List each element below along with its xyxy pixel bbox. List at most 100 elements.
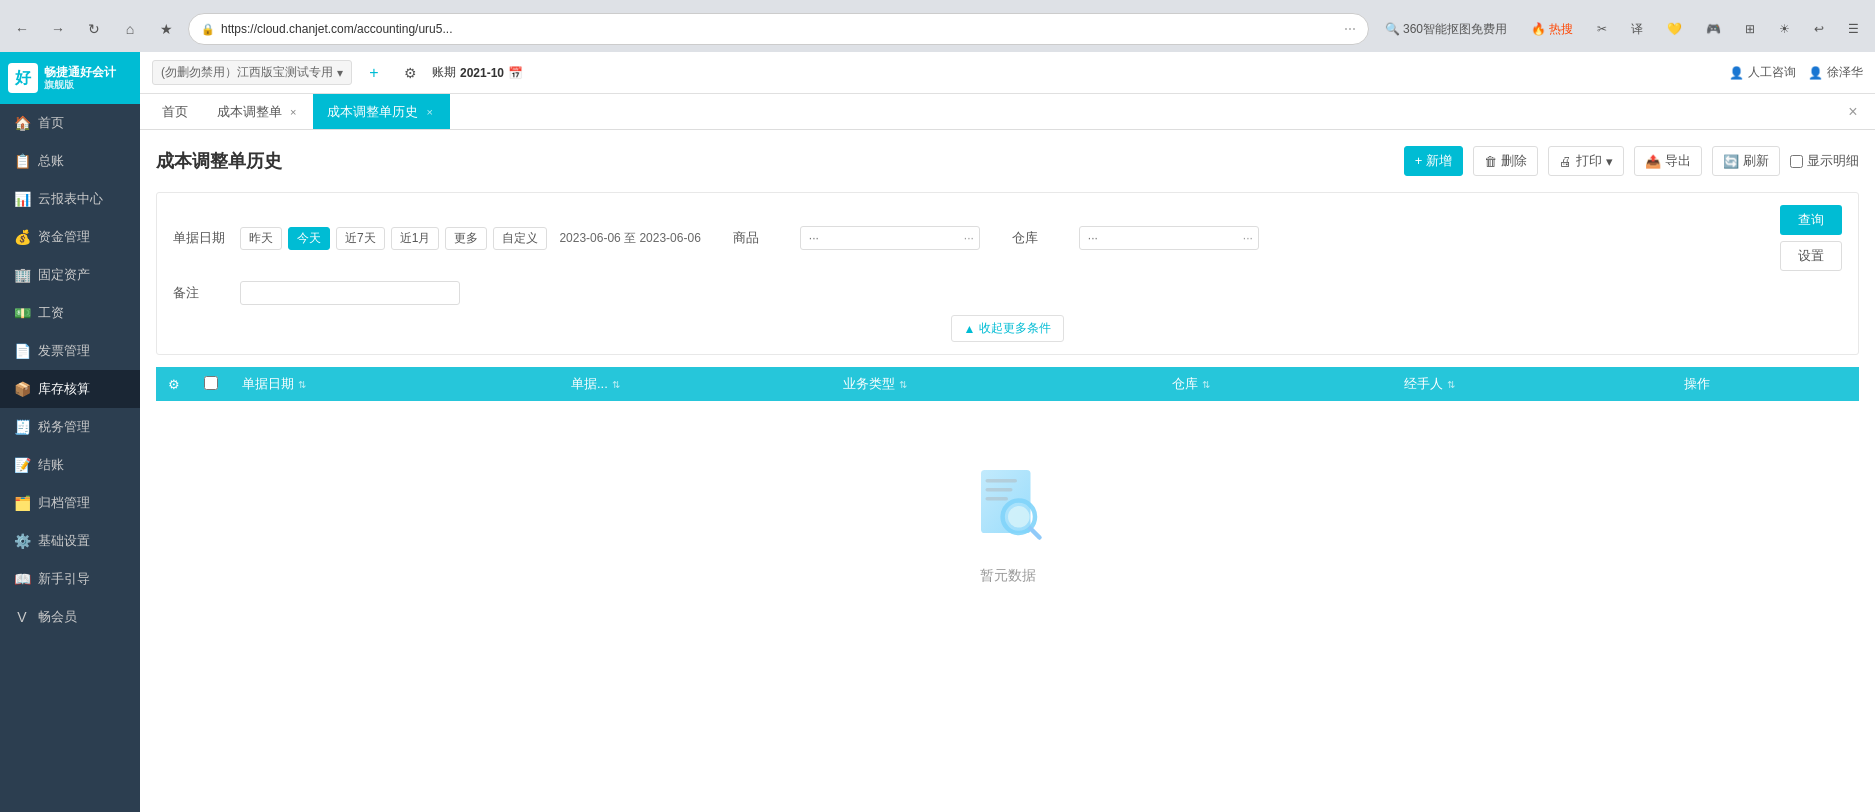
tax-icon: 🧾 bbox=[14, 419, 30, 435]
wallet-tool[interactable]: 💛 bbox=[1659, 19, 1690, 39]
sidebar-item-home[interactable]: 🏠 首页 bbox=[0, 104, 140, 142]
date-1month[interactable]: 近1月 bbox=[391, 227, 440, 250]
ssl-lock-icon: 🔒 bbox=[201, 23, 215, 36]
sidebar-item-settings[interactable]: ⚙️ 基础设置 bbox=[0, 522, 140, 560]
table-header-row: ⚙ 单据日期 ⇅ 单据... bbox=[156, 367, 1859, 401]
scissors-tool[interactable]: ✂ bbox=[1589, 19, 1615, 39]
th-gear[interactable]: ⚙ bbox=[156, 367, 192, 401]
th-date[interactable]: 单据日期 ⇅ bbox=[230, 367, 559, 401]
th-biz-type[interactable]: 业务类型 ⇅ bbox=[831, 367, 1160, 401]
brightness-tool[interactable]: ☀ bbox=[1771, 19, 1798, 39]
add-company-button[interactable]: + bbox=[360, 59, 388, 87]
sort-biztype-icon: ⇅ bbox=[899, 379, 907, 390]
vip-icon: V bbox=[14, 609, 30, 625]
show-cols-checkbox[interactable] bbox=[1790, 155, 1803, 168]
th-checkbox[interactable] bbox=[192, 367, 230, 401]
page-title: 成本调整单历史 bbox=[156, 149, 282, 173]
sidebar-item-reports[interactable]: 📊 云报表中心 bbox=[0, 180, 140, 218]
avatar-icon: 👤 bbox=[1808, 66, 1823, 80]
th-doc-num[interactable]: 单据... ⇅ bbox=[559, 367, 831, 401]
date-7days[interactable]: 近7天 bbox=[336, 227, 385, 250]
close-all-tabs-btn[interactable]: × bbox=[1839, 98, 1867, 126]
th-warehouse[interactable]: 仓库 ⇅ bbox=[1160, 367, 1392, 401]
sidebar-item-inventory[interactable]: 📦 库存核算 bbox=[0, 370, 140, 408]
column-settings-gear-icon[interactable]: ⚙ bbox=[168, 377, 180, 392]
tab-cost-adjustment[interactable]: 成本调整单 × bbox=[203, 94, 313, 129]
translate-tool[interactable]: 译 bbox=[1623, 18, 1651, 41]
sidebar-item-fixed-assets[interactable]: 🏢 固定资产 bbox=[0, 256, 140, 294]
export-icon: 📤 bbox=[1645, 154, 1661, 169]
date-filter-label: 单据日期 bbox=[173, 229, 228, 247]
svg-rect-1 bbox=[985, 479, 1017, 483]
delete-button[interactable]: 🗑 删除 bbox=[1473, 146, 1538, 176]
collapse-filters-btn[interactable]: ▲ 收起更多条件 bbox=[951, 315, 1065, 342]
sidebar-item-closing[interactable]: 📝 结账 bbox=[0, 446, 140, 484]
date-today[interactable]: 今天 bbox=[288, 227, 330, 250]
browser-tools: 🔍 360智能抠图免费用 🔥 热搜 ✂ 译 💛 🎮 ⊞ ☀ ↩ ☰ bbox=[1377, 18, 1867, 41]
service-icon: 👤 bbox=[1729, 66, 1744, 80]
sidebar-item-tutorial[interactable]: 📖 新手引导 bbox=[0, 560, 140, 598]
menu-tool[interactable]: ☰ bbox=[1840, 19, 1867, 39]
tab-cost-adjustment-history[interactable]: 成本调整单历史 × bbox=[313, 94, 449, 129]
home-icon: 🏠 bbox=[14, 115, 30, 131]
export-button[interactable]: 📤 导出 bbox=[1634, 146, 1702, 176]
refresh-button[interactable]: 🔄 刷新 bbox=[1712, 146, 1780, 176]
print-dropdown-icon: ▾ bbox=[1606, 154, 1613, 169]
remark-input[interactable] bbox=[240, 281, 460, 305]
grid-tool[interactable]: ⊞ bbox=[1737, 19, 1763, 39]
date-more[interactable]: 更多 bbox=[445, 227, 487, 250]
tabs-bar: 首页 成本调整单 × 成本调整单历史 × × bbox=[140, 94, 1875, 130]
browser-chrome: ← → ↻ ⌂ ★ 🔒 https://cloud.chanjet.com/ac… bbox=[0, 0, 1875, 52]
forward-button[interactable]: → bbox=[44, 15, 72, 43]
calendar-icon[interactable]: 📅 bbox=[508, 66, 523, 80]
filter-settings-button[interactable]: 设置 bbox=[1780, 241, 1842, 271]
refresh-icon: 🔄 bbox=[1723, 154, 1739, 169]
inventory-icon: 📦 bbox=[14, 381, 30, 397]
sidebar-item-funds[interactable]: 💰 资金管理 bbox=[0, 218, 140, 256]
home-browser-button[interactable]: ⌂ bbox=[116, 15, 144, 43]
sort-warehouse-icon: ⇅ bbox=[1202, 379, 1210, 390]
sidebar-item-vip[interactable]: V 畅会员 bbox=[0, 598, 140, 636]
logo-icon: 好 bbox=[8, 63, 38, 93]
company-settings-icon[interactable]: ⚙ bbox=[396, 59, 424, 87]
new-button[interactable]: + 新增 bbox=[1404, 146, 1463, 176]
sidebar-item-archive[interactable]: 🗂️ 归档管理 bbox=[0, 484, 140, 522]
tab-cost-adjustment-close[interactable]: × bbox=[288, 106, 298, 118]
date-yesterday[interactable]: 昨天 bbox=[240, 227, 282, 250]
sidebar-item-ledger[interactable]: 📋 总账 bbox=[0, 142, 140, 180]
sort-docnum-icon: ⇅ bbox=[612, 379, 620, 390]
bookmark-button[interactable]: ★ bbox=[152, 15, 180, 43]
query-button[interactable]: 查询 bbox=[1780, 205, 1842, 235]
warehouse-select[interactable] bbox=[1079, 226, 1259, 250]
date-custom[interactable]: 自定义 bbox=[493, 227, 547, 250]
th-handler[interactable]: 经手人 ⇅ bbox=[1392, 367, 1672, 401]
goods-select[interactable] bbox=[800, 226, 980, 250]
show-cols-checkbox-label[interactable]: 显示明细 bbox=[1790, 152, 1859, 170]
back-button[interactable]: ← bbox=[8, 15, 36, 43]
sidebar-item-invoice[interactable]: 📄 发票管理 bbox=[0, 332, 140, 370]
hot-search-btn[interactable]: 🔥 热搜 bbox=[1523, 18, 1581, 41]
search-tool[interactable]: 🔍 360智能抠图免费用 bbox=[1377, 18, 1515, 41]
company-selector[interactable]: (勿删勿禁用）江西版宝测试专用 ▾ bbox=[152, 60, 352, 85]
tab-home[interactable]: 首页 bbox=[148, 94, 203, 129]
remark-filter-label: 备注 bbox=[173, 284, 228, 302]
page-actions: + 新增 🗑 删除 🖨 打印 ▾ 📤 导出 🔄 bbox=[1404, 146, 1859, 176]
tab-history-close[interactable]: × bbox=[424, 106, 434, 118]
th-actions: 操作 bbox=[1672, 367, 1859, 401]
sidebar-item-salary[interactable]: 💵 工资 bbox=[0, 294, 140, 332]
refresh-browser-button[interactable]: ↻ bbox=[80, 15, 108, 43]
undo-tool[interactable]: ↩ bbox=[1806, 19, 1832, 39]
warehouse-filter-label: 仓库 bbox=[1012, 229, 1067, 247]
goods-select-wrapper bbox=[800, 226, 980, 250]
assets-icon: 🏢 bbox=[14, 267, 30, 283]
topbar: (勿删勿禁用）江西版宝测试专用 ▾ + ⚙ 账期 2021-10 📅 👤 人工咨… bbox=[140, 52, 1875, 94]
svg-rect-3 bbox=[985, 497, 1008, 501]
sidebar-item-tax[interactable]: 🧾 税务管理 bbox=[0, 408, 140, 446]
select-all-checkbox[interactable] bbox=[204, 376, 218, 390]
user-avatar[interactable]: 👤 徐泽华 bbox=[1808, 64, 1863, 81]
customer-service-btn[interactable]: 👤 人工咨询 bbox=[1729, 64, 1796, 81]
search-icon: 🔍 bbox=[1385, 22, 1400, 36]
address-bar[interactable]: 🔒 https://cloud.chanjet.com/accounting/u… bbox=[188, 13, 1369, 45]
game-tool[interactable]: 🎮 bbox=[1698, 19, 1729, 39]
print-button[interactable]: 🖨 打印 ▾ bbox=[1548, 146, 1624, 176]
